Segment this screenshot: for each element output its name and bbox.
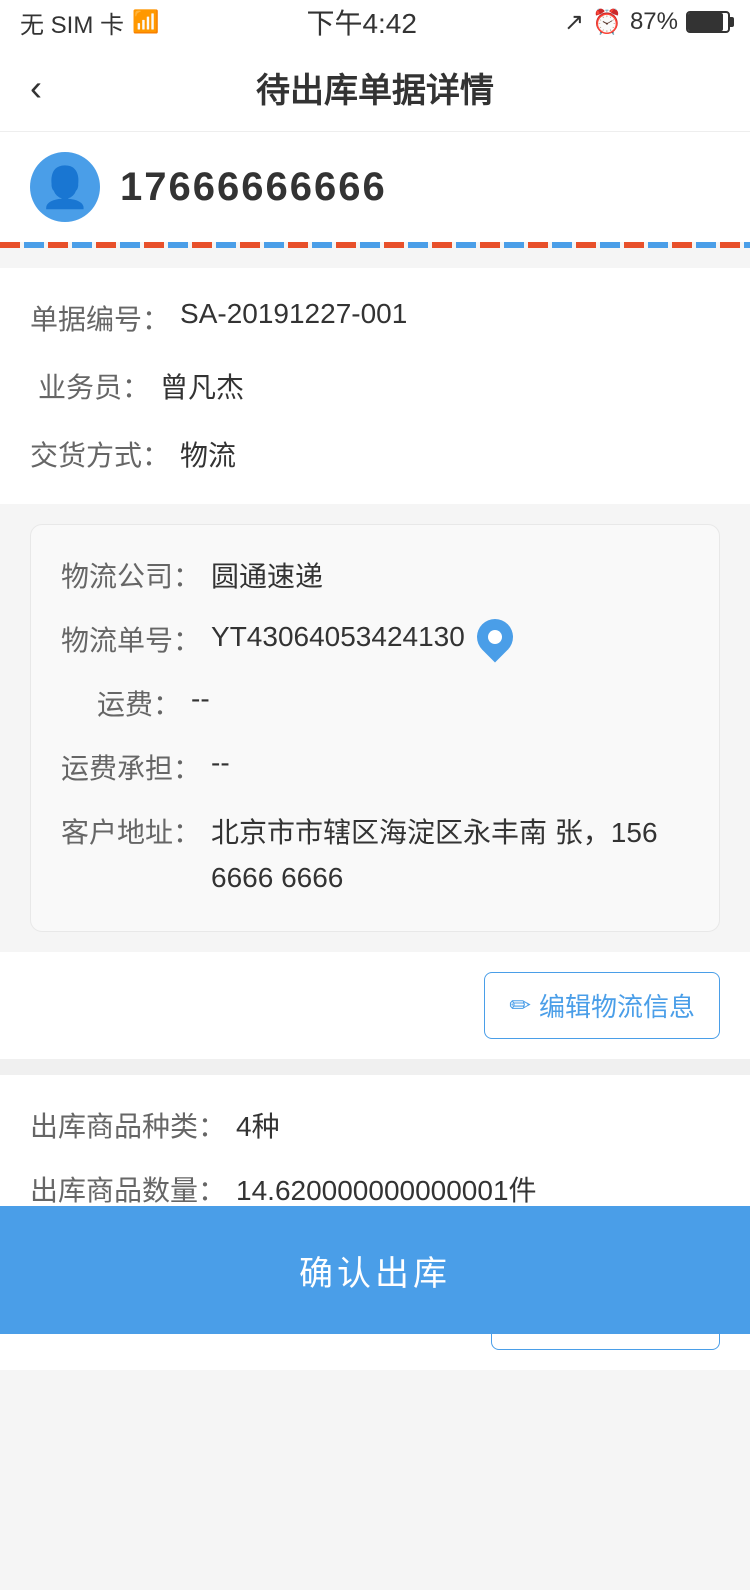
battery-fill xyxy=(688,13,723,31)
alarm-icon: ⏰ xyxy=(592,8,622,37)
user-phone: 17666666666 xyxy=(120,165,387,210)
goods-types-row: 出库商品种类： 4种 xyxy=(30,1105,720,1145)
logistics-card: 物流公司： 圆通速递 物流单号： YT43064053424130 运费： --… xyxy=(30,524,720,932)
delivery-method-label: 交货方式： xyxy=(30,434,180,474)
tracking-number-value: YT43064053424130 xyxy=(211,619,689,655)
spacer xyxy=(0,1370,750,1590)
edit-logistics-label: 编辑物流信息 xyxy=(539,987,695,1024)
carrier-label: 无 SIM 卡 xyxy=(20,5,124,40)
delivery-method-row: 交货方式： 物流 xyxy=(30,434,720,474)
address-value: 北京市市辖区海淀区永丰南 张，156 6666 6666 xyxy=(211,811,689,901)
battery-icon xyxy=(686,11,730,33)
address-label: 客户地址： xyxy=(61,811,211,851)
avatar-icon: 👤 xyxy=(40,164,90,211)
logistics-company-label: 物流公司： xyxy=(61,555,211,595)
goods-quantity-value: 14.620000000000001件 xyxy=(236,1169,537,1209)
avatar: 👤 xyxy=(30,152,100,222)
freight-bearer-row: 运费承担： -- xyxy=(61,747,689,787)
page-title: 待出库单据详情 xyxy=(256,63,494,112)
status-left: 无 SIM 卡 📶 xyxy=(20,5,159,40)
document-number-label: 单据编号： xyxy=(30,298,180,338)
goods-types-value: 4种 xyxy=(236,1105,280,1145)
tracking-number-row: 物流单号： YT43064053424130 xyxy=(61,619,689,659)
dashed-divider xyxy=(0,242,750,248)
freight-label: 运费： xyxy=(61,683,191,723)
edit-logistics-container: ✏ 编辑物流信息 xyxy=(0,952,750,1059)
freight-row: 运费： -- xyxy=(61,683,689,723)
logistics-company-value: 圆通速递 xyxy=(211,555,689,595)
sales-person-value: 曾凡杰 xyxy=(160,366,720,406)
document-number-row: 单据编号： SA-20191227-001 xyxy=(30,298,720,338)
confirm-button-container: 确认出库 xyxy=(0,1206,750,1334)
user-header: 👤 17666666666 xyxy=(0,132,750,242)
freight-value: -- xyxy=(191,683,689,715)
tracking-number-label: 物流单号： xyxy=(61,619,211,659)
section-divider-1 xyxy=(0,1059,750,1075)
sales-person-label: 业务员： xyxy=(30,366,160,406)
goods-types-label: 出库商品种类： xyxy=(30,1105,236,1145)
back-button[interactable]: ‹ xyxy=(20,57,52,119)
nav-bar: ‹ 待出库单据详情 xyxy=(0,44,750,132)
status-bar: 无 SIM 卡 📶 下午4:42 ↗ ⏰ 87% xyxy=(0,0,750,44)
document-number-value: SA-20191227-001 xyxy=(180,298,720,330)
edit-logistics-button[interactable]: ✏ 编辑物流信息 xyxy=(484,972,720,1039)
status-right: ↗ ⏰ 87% xyxy=(564,8,730,37)
edit-icon: ✏ xyxy=(509,990,531,1021)
order-info-section: 单据编号： SA-20191227-001 业务员： 曾凡杰 交货方式： 物流 xyxy=(0,268,750,504)
status-time: 下午4:42 xyxy=(306,2,417,42)
confirm-button[interactable]: 确认出库 xyxy=(40,1226,710,1314)
freight-bearer-value: -- xyxy=(211,747,689,779)
delivery-method-value: 物流 xyxy=(180,434,720,474)
battery-percent: 87% xyxy=(630,8,678,36)
location-status-icon: ↗ xyxy=(564,8,584,37)
address-row: 客户地址： 北京市市辖区海淀区永丰南 张，156 6666 6666 xyxy=(61,811,689,901)
wifi-icon: 📶 xyxy=(132,9,159,35)
goods-quantity-label: 出库商品数量： xyxy=(30,1169,236,1209)
logistics-company-row: 物流公司： 圆通速递 xyxy=(61,555,689,595)
tracking-location-icon[interactable] xyxy=(469,612,520,663)
freight-bearer-label: 运费承担： xyxy=(61,747,211,787)
sales-person-row: 业务员： 曾凡杰 xyxy=(30,366,720,406)
goods-quantity-row: 出库商品数量： 14.620000000000001件 xyxy=(30,1169,720,1209)
